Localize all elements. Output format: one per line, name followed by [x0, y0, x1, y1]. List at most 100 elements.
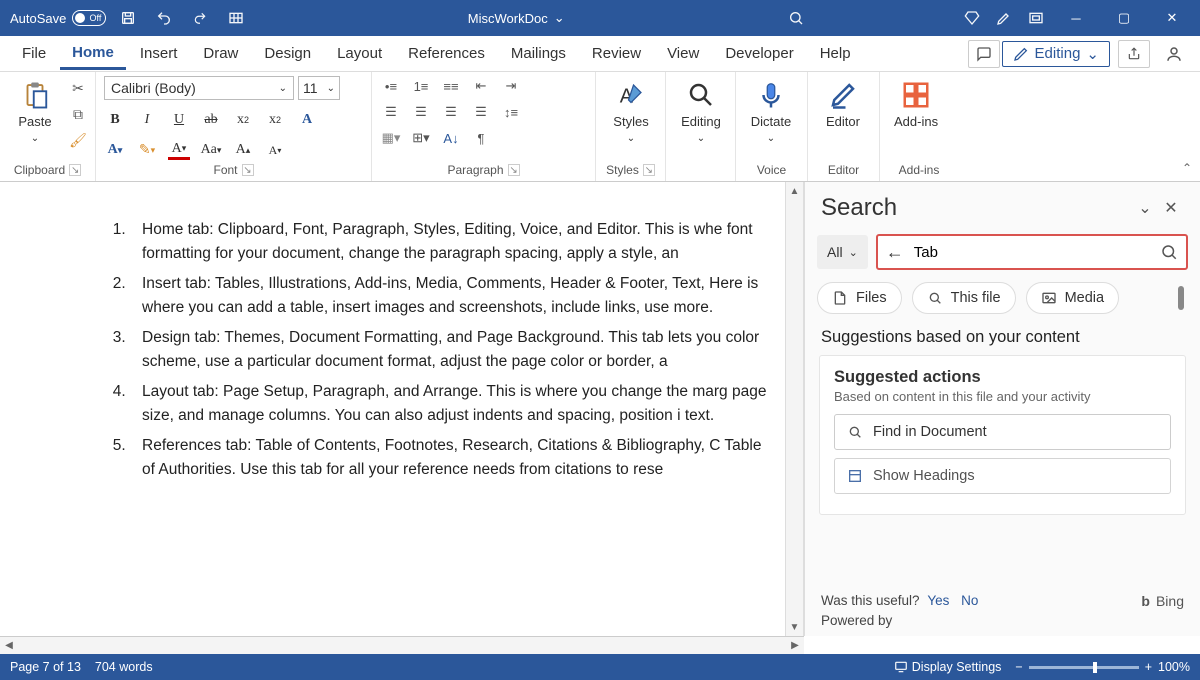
- action-find-in-document[interactable]: Find in Document: [834, 414, 1171, 450]
- tab-mailings[interactable]: Mailings: [499, 39, 578, 68]
- search-scope-dropdown[interactable]: All⌄: [817, 235, 868, 269]
- bold-button[interactable]: B: [104, 110, 126, 130]
- tab-references[interactable]: References: [396, 39, 497, 68]
- tab-insert[interactable]: Insert: [128, 39, 190, 68]
- tab-home[interactable]: Home: [60, 38, 126, 70]
- more-filters-icon[interactable]: [1178, 286, 1184, 310]
- text-fill-button[interactable]: A▾: [104, 140, 126, 160]
- close-button[interactable]: ✕: [1150, 0, 1194, 36]
- scroll-up-icon[interactable]: ▲: [786, 182, 803, 200]
- zoom-slider[interactable]: [1029, 666, 1139, 669]
- undo-icon[interactable]: [150, 4, 178, 32]
- filter-media[interactable]: Media: [1026, 282, 1120, 314]
- collab-button[interactable]: [1158, 40, 1190, 68]
- word-count[interactable]: 704 words: [95, 660, 153, 674]
- feedback-yes[interactable]: Yes: [927, 593, 949, 608]
- highlight-button[interactable]: ✎▾: [136, 140, 158, 160]
- list-item[interactable]: References tab: Table of Contents, Footn…: [130, 434, 773, 482]
- panel-close-icon[interactable]: ✕: [1158, 195, 1184, 221]
- autosave-toggle[interactable]: AutoSave Off: [10, 10, 106, 26]
- list-item[interactable]: Design tab: Themes, Document Formatting,…: [130, 326, 773, 374]
- multilevel-button[interactable]: ≡≡: [440, 76, 462, 96]
- font-color-button[interactable]: A▾: [168, 140, 190, 160]
- diamond-icon[interactable]: [958, 4, 986, 32]
- dialog-launcher-icon[interactable]: ↘: [508, 164, 520, 176]
- panel-collapse-icon[interactable]: ⌄: [1132, 195, 1158, 221]
- zoom-out-icon[interactable]: −: [1015, 660, 1022, 674]
- italic-button[interactable]: I: [136, 110, 158, 130]
- font-name-select[interactable]: Calibri (Body)⌄: [104, 76, 294, 100]
- tab-draw[interactable]: Draw: [191, 39, 250, 68]
- tab-review[interactable]: Review: [580, 39, 653, 68]
- feedback-no[interactable]: No: [961, 593, 978, 608]
- paste-button[interactable]: Paste ⌄: [8, 76, 62, 148]
- dialog-launcher-icon[interactable]: ↘: [643, 164, 655, 176]
- align-center-button[interactable]: ☰: [410, 102, 432, 122]
- dictate-button[interactable]: Dictate⌄: [744, 76, 798, 148]
- collapse-ribbon-icon[interactable]: ⌃: [1182, 161, 1192, 175]
- text-effects-button[interactable]: A: [296, 110, 318, 130]
- tab-layout[interactable]: Layout: [325, 39, 394, 68]
- dialog-launcher-icon[interactable]: ↘: [242, 164, 254, 176]
- addins-button[interactable]: Add-ins: [888, 76, 944, 133]
- search-icon[interactable]: [1160, 243, 1178, 261]
- vertical-scrollbar[interactable]: ▲ ▼: [785, 182, 803, 636]
- grow-font-button[interactable]: A▴: [232, 140, 254, 160]
- bullets-button[interactable]: •≡: [380, 76, 402, 96]
- subscript-button[interactable]: x2: [232, 110, 254, 130]
- styles-button[interactable]: A Styles⌄: [604, 76, 658, 148]
- dialog-launcher-icon[interactable]: ↘: [69, 164, 81, 176]
- search-input-box[interactable]: ←: [876, 234, 1188, 270]
- shrink-font-button[interactable]: A▾: [264, 140, 286, 160]
- editing-button[interactable]: Editing⌄: [674, 76, 728, 148]
- page-indicator[interactable]: Page 7 of 13: [10, 660, 81, 674]
- toggle-off[interactable]: Off: [72, 10, 106, 26]
- display-settings[interactable]: Display Settings: [894, 660, 1002, 674]
- editor-button[interactable]: Editor: [816, 76, 870, 133]
- list-item[interactable]: Layout tab: Page Setup, Paragraph, and A…: [130, 380, 773, 428]
- cut-icon[interactable]: ✂: [68, 78, 88, 98]
- table-view-icon[interactable]: [222, 4, 250, 32]
- align-right-button[interactable]: ☰: [440, 102, 462, 122]
- borders-button[interactable]: ⊞▾: [410, 128, 432, 148]
- document-canvas[interactable]: Home tab: Clipboard, Font, Paragraph, St…: [0, 182, 785, 636]
- save-icon[interactable]: [114, 4, 142, 32]
- list-item[interactable]: Home tab: Clipboard, Font, Paragraph, St…: [130, 218, 773, 266]
- filter-thisfile[interactable]: This file: [912, 282, 1016, 314]
- redo-icon[interactable]: [186, 4, 214, 32]
- search-title-icon[interactable]: [782, 4, 810, 32]
- comments-button[interactable]: [968, 40, 1000, 68]
- align-left-button[interactable]: ☰: [380, 102, 402, 122]
- share-button[interactable]: [1118, 40, 1150, 68]
- scroll-down-icon[interactable]: ▼: [786, 618, 803, 636]
- document-title[interactable]: MiscWorkDoc ⌄: [258, 10, 774, 26]
- shading-button[interactable]: ▦▾: [380, 128, 402, 148]
- tab-file[interactable]: File: [10, 39, 58, 68]
- layout-icon[interactable]: [1022, 4, 1050, 32]
- list-item[interactable]: Insert tab: Tables, Illustrations, Add-i…: [130, 272, 773, 320]
- tab-developer[interactable]: Developer: [713, 39, 805, 68]
- minimize-button[interactable]: ─: [1054, 0, 1098, 36]
- tab-design[interactable]: Design: [252, 39, 323, 68]
- font-size-select[interactable]: 11⌄: [298, 76, 340, 100]
- format-painter-icon[interactable]: 🖌: [68, 130, 88, 150]
- editing-mode-button[interactable]: Editing ⌄: [1002, 41, 1110, 67]
- search-input[interactable]: [914, 244, 1150, 261]
- underline-button[interactable]: U: [168, 110, 190, 130]
- horizontal-scrollbar[interactable]: ◀ ▶: [0, 636, 804, 654]
- action-show-headings[interactable]: Show Headings: [834, 458, 1171, 494]
- zoom-in-icon[interactable]: +: [1145, 660, 1152, 674]
- sort-button[interactable]: A↓: [440, 128, 462, 148]
- change-case-button[interactable]: Aa▾: [200, 140, 222, 160]
- scroll-right-icon[interactable]: ▶: [786, 640, 804, 651]
- back-arrow-icon[interactable]: ←: [886, 242, 904, 263]
- line-spacing-button[interactable]: ↕≡: [500, 102, 522, 122]
- tab-view[interactable]: View: [655, 39, 711, 68]
- superscript-button[interactable]: x2: [264, 110, 286, 130]
- filter-files[interactable]: Files: [817, 282, 902, 314]
- copy-icon[interactable]: ⧉: [68, 104, 88, 124]
- scroll-left-icon[interactable]: ◀: [0, 640, 18, 651]
- numbering-button[interactable]: 1≡: [410, 76, 432, 96]
- strike-button[interactable]: ab: [200, 110, 222, 130]
- show-marks-button[interactable]: ¶: [470, 128, 492, 148]
